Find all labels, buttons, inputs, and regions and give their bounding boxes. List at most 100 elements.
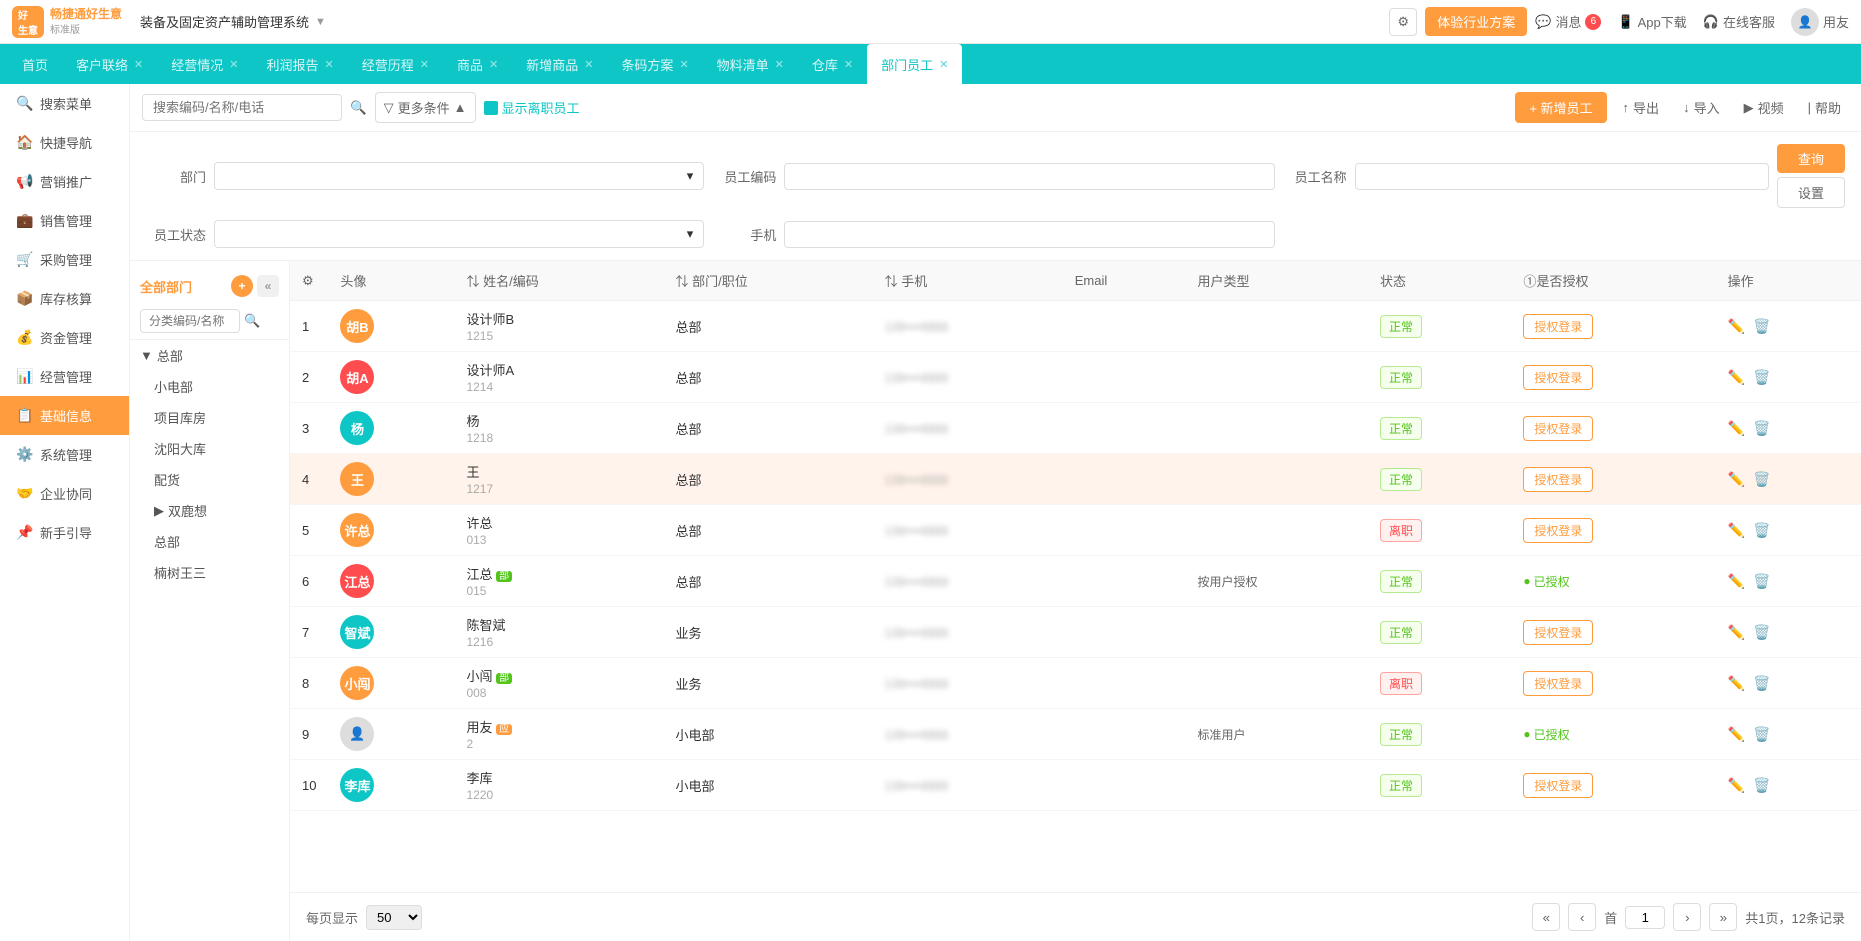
close-icon[interactable]: ✕ [420,58,429,71]
close-icon[interactable]: ✕ [939,58,948,71]
more-conditions-button[interactable]: ▽ 更多条件 ▲ [375,92,476,123]
first-page-button[interactable]: « [1532,903,1560,931]
delete-button[interactable]: 🗑️ [1753,675,1770,691]
edit-button[interactable]: ✏️ [1728,726,1745,742]
tab-business[interactable]: 经营情况 ✕ [157,44,252,84]
sidebar-item-guide[interactable]: 📌 新手引导 [0,513,129,552]
sidebar-item-inventory[interactable]: 📦 库存核算 [0,279,129,318]
sidebar-item-shortcut[interactable]: 🏠 快捷导航 [0,123,129,162]
export-button[interactable]: ↑ 导出 [1615,93,1668,122]
close-icon[interactable]: ✕ [584,58,593,71]
delete-button[interactable]: 🗑️ [1753,573,1770,589]
last-page-button[interactable]: » [1709,903,1737,931]
reset-button[interactable]: 设置 [1777,177,1845,208]
query-button[interactable]: 查询 [1777,144,1845,173]
edit-button[interactable]: ✏️ [1728,369,1745,385]
delete-button[interactable]: 🗑️ [1753,522,1770,538]
tab-product[interactable]: 商品 ✕ [443,44,512,84]
add-employee-button[interactable]: + 新增员工 [1515,92,1606,123]
sidebar-item-purchase[interactable]: 🛒 采购管理 [0,240,129,279]
edit-button[interactable]: ✏️ [1728,675,1745,691]
col-dept[interactable]: ⇅ 部门/职位 [664,261,873,301]
edit-button[interactable]: ✏️ [1728,522,1745,538]
dept-tree-item[interactable]: 小电部 [130,371,289,402]
sidebar-item-finance[interactable]: 💰 资金管理 [0,318,129,357]
sidebar-item-cooperation[interactable]: 🤝 企业协同 [0,474,129,513]
tab-home[interactable]: 首页 [8,44,62,84]
show-resigned-toggle[interactable]: ✓ 显示离职员工 [484,98,580,117]
user-area[interactable]: 👤 用友 [1791,8,1849,36]
edit-button[interactable]: ✏️ [1728,471,1745,487]
tab-customer[interactable]: 客户联络 ✕ [62,44,157,84]
dept-collapse-button[interactable]: « [257,275,279,297]
import-button[interactable]: ↓ 导入 [1675,93,1728,122]
tab-barcode[interactable]: 条码方案 ✕ [607,44,702,84]
online-service-button[interactable]: 🎧 在线客服 [1703,12,1775,31]
chevron-down-icon[interactable]: ▼ [315,16,326,28]
col-settings[interactable]: ⚙ [290,261,328,301]
view-button[interactable]: ▶ 视频 [1736,93,1792,122]
page-input[interactable] [1625,906,1665,929]
emp-code-input[interactable] [784,163,1274,190]
dept-tree-item[interactable]: ▶ 双鹿想 [130,495,289,526]
close-icon[interactable]: ✕ [775,58,784,71]
emp-name-input[interactable] [1355,163,1769,190]
auth-login-button[interactable]: 授权登录 [1523,671,1593,696]
auth-login-button[interactable]: 授权登录 [1523,467,1593,492]
trial-button[interactable]: 体验行业方案 [1425,7,1527,36]
dept-tree-item[interactable]: 配货 [130,464,289,495]
tab-warehouse[interactable]: 仓库 ✕ [798,44,867,84]
sidebar-item-system[interactable]: ⚙️ 系统管理 [0,435,129,474]
close-icon[interactable]: ✕ [489,58,498,71]
tab-employee[interactable]: 部门员工 ✕ [867,44,962,84]
delete-button[interactable]: 🗑️ [1753,726,1770,742]
auth-login-button[interactable]: 授权登录 [1523,518,1593,543]
delete-button[interactable]: 🗑️ [1753,369,1770,385]
col-name[interactable]: ⇅ 姓名/编码 [454,261,663,301]
message-button[interactable]: 💬 消息 6 [1535,12,1601,31]
auth-login-button[interactable]: 授权登录 [1523,416,1593,441]
dept-tree-item[interactable]: 沈阳大库 [130,433,289,464]
close-icon[interactable]: ✕ [679,58,688,71]
delete-button[interactable]: 🗑️ [1753,471,1770,487]
classify-search-input[interactable] [140,309,240,333]
tab-material[interactable]: 物料清单 ✕ [703,44,798,84]
sidebar-item-operation[interactable]: 📊 经营管理 [0,357,129,396]
dept-add-button[interactable]: + [231,275,253,297]
sidebar-item-sales[interactable]: 💼 销售管理 [0,201,129,240]
close-icon[interactable]: ✕ [134,58,143,71]
dept-tree-item[interactable]: ▼ 总部 [130,340,289,371]
close-icon[interactable]: ✕ [229,58,238,71]
help-button[interactable]: | 帮助 [1800,93,1849,122]
delete-button[interactable]: 🗑️ [1753,318,1770,334]
next-page-button[interactable]: › [1673,903,1701,931]
auth-login-button[interactable]: 授权登录 [1523,314,1593,339]
phone-input[interactable] [784,221,1274,248]
edit-button[interactable]: ✏️ [1728,777,1745,793]
tab-profit[interactable]: 利润报告 ✕ [252,44,347,84]
auth-login-button[interactable]: 授权登录 [1523,365,1593,390]
edit-button[interactable]: ✏️ [1728,624,1745,640]
search-input[interactable] [142,94,342,121]
emp-status-select[interactable]: ▾ [214,220,704,248]
app-download-button[interactable]: 📱 App下载 [1617,12,1686,31]
edit-button[interactable]: ✏️ [1728,573,1745,589]
sidebar-item-search[interactable]: 🔍 搜索菜单 [0,84,129,123]
dept-tree-item[interactable]: 总部 [130,526,289,557]
sidebar-item-basic[interactable]: 📋 基础信息 [0,396,129,435]
col-phone[interactable]: ⇅ 手机 [873,261,1063,301]
delete-button[interactable]: 🗑️ [1753,777,1770,793]
dept-tree-item[interactable]: 楠树王三 [130,557,289,588]
delete-button[interactable]: 🗑️ [1753,624,1770,640]
edit-button[interactable]: ✏️ [1728,420,1745,436]
gear-icon[interactable]: ⚙ [1389,8,1417,36]
close-icon[interactable]: ✕ [844,58,853,71]
dept-tree-item[interactable]: 项目库房 [130,402,289,433]
sidebar-item-marketing[interactable]: 📢 营销推广 [0,162,129,201]
auth-login-button[interactable]: 授权登录 [1523,620,1593,645]
edit-button[interactable]: ✏️ [1728,318,1745,334]
tab-history[interactable]: 经营历程 ✕ [348,44,443,84]
prev-page-button[interactable]: ‹ [1568,903,1596,931]
auth-login-button[interactable]: 授权登录 [1523,773,1593,798]
close-icon[interactable]: ✕ [325,58,334,71]
